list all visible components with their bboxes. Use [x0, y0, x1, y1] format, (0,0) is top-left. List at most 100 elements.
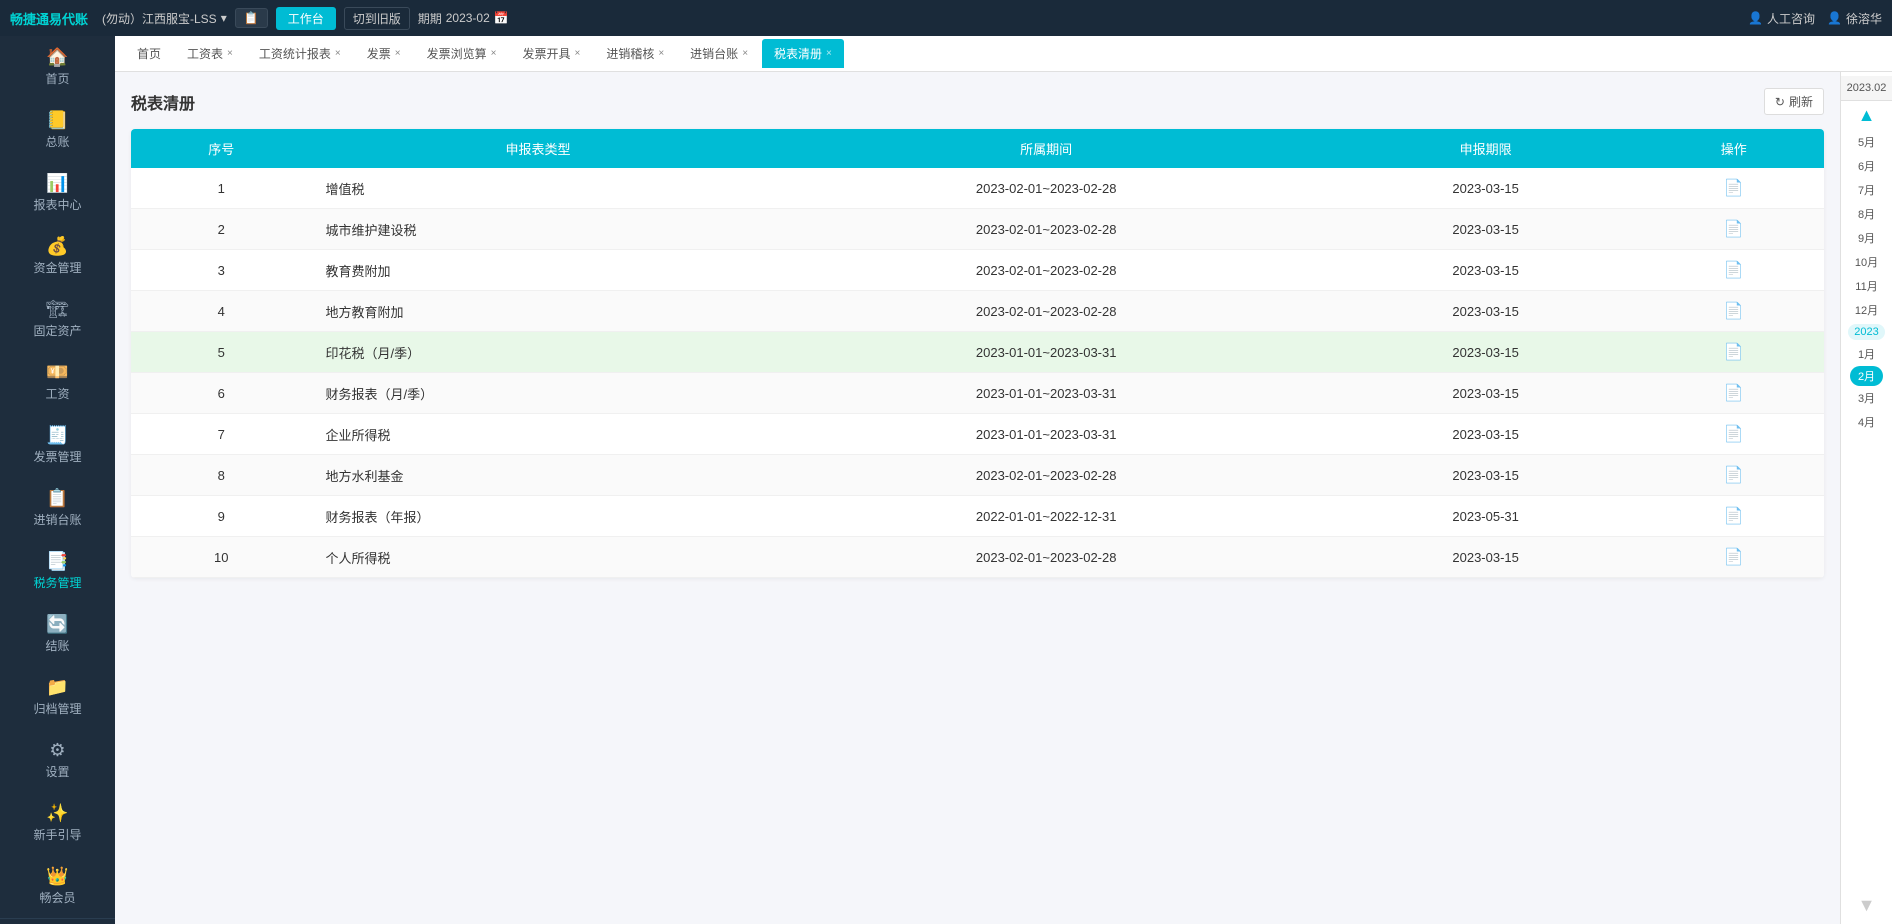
tab-salary[interactable]: 工资表 × [175, 39, 245, 68]
tab-tax-clear[interactable]: 税表清册 × [762, 39, 844, 68]
cell-action[interactable]: 📄 [1644, 414, 1825, 455]
cell-action[interactable]: 📄 [1644, 168, 1825, 209]
sidebar-item-settings[interactable]: ⚙ 设置 [0, 729, 115, 792]
tab-purchase-check-label: 进销稽核 [606, 45, 654, 62]
cell-action[interactable]: 📄 [1644, 332, 1825, 373]
action-icon[interactable]: 📄 [1724, 180, 1744, 197]
cell-action[interactable]: 📄 [1644, 496, 1825, 537]
copy-button[interactable]: 📋 [235, 8, 268, 28]
action-icon[interactable]: 📄 [1724, 303, 1744, 320]
sidebar-item-ledger[interactable]: 📒 总账 [0, 99, 115, 162]
app-logo: 畅捷通易代账 [10, 9, 88, 28]
month-8[interactable]: 8月 [1841, 202, 1892, 226]
workbench-button[interactable]: 工作台 [276, 7, 336, 30]
cell-action[interactable]: 📄 [1644, 537, 1825, 578]
tab-salary-report[interactable]: 工资统计报表 × [247, 39, 353, 68]
month-7[interactable]: 7月 [1841, 178, 1892, 202]
sidebar-item-vip[interactable]: 👑 畅会员 [0, 855, 115, 918]
action-icon[interactable]: 📄 [1724, 344, 1744, 361]
tab-purchase-ledger-label: 进销台账 [690, 45, 738, 62]
action-icon[interactable]: 📄 [1724, 549, 1744, 566]
month-9[interactable]: 9月 [1841, 226, 1892, 250]
main-content: 税表清册 ↻ 刷新 序号 申报表类型 所属期间 申报期限 操作 [115, 72, 1840, 924]
sidebar-item-fund[interactable]: 💰 资金管理 [0, 225, 115, 288]
switch-old-button[interactable]: 切到旧版 [344, 7, 410, 30]
cell-action[interactable]: 📄 [1644, 250, 1825, 291]
sidebar-item-invoice[interactable]: 🧾 发票管理 [0, 414, 115, 477]
sidebar-item-salary[interactable]: 💴 工资 [0, 351, 115, 414]
tab-invoice-open-close[interactable]: × [574, 48, 580, 59]
sidebar-label-report: 报表中心 [33, 196, 81, 213]
tab-purchase-check-close[interactable]: × [658, 48, 664, 59]
table-row: 5 印花税（月/季） 2023-01-01~2023-03-31 2023-03… [131, 332, 1824, 373]
panel-up-button[interactable]: ▲ [1854, 101, 1880, 130]
panel-down-button[interactable]: ▼ [1854, 891, 1880, 920]
main-layout: 🏠 首页 📒 总账 📊 报表中心 💰 资金管理 🏗 固定资产 💴 工资 🧾 发票… [0, 36, 1892, 924]
cell-deadline: 2023-03-15 [1328, 250, 1644, 291]
sidebar-item-tax[interactable]: 📑 税务管理 [0, 540, 115, 603]
sidebar-item-purchase[interactable]: 📋 进销台账 [0, 477, 115, 540]
action-icon[interactable]: 📄 [1724, 221, 1744, 238]
chevron-down-icon: ▾ [221, 11, 227, 25]
tab-invoice-browse[interactable]: 发票浏览算 × [415, 39, 509, 68]
table-row: 2 城市维护建设税 2023-02-01~2023-02-28 2023-03-… [131, 209, 1824, 250]
tab-salary-close[interactable]: × [227, 48, 233, 59]
sidebar-item-archive[interactable]: 📁 归档管理 [0, 666, 115, 729]
action-icon[interactable]: 📄 [1724, 262, 1744, 279]
tab-bar: 首页 工资表 × 工资统计报表 × 发票 × 发票浏览算 × 发票开具 × [115, 36, 1892, 72]
cell-period: 2023-01-01~2023-03-31 [765, 373, 1328, 414]
tab-home[interactable]: 首页 [125, 39, 173, 68]
action-icon[interactable]: 📄 [1724, 467, 1744, 484]
tab-salary-report-close[interactable]: × [335, 48, 341, 59]
sidebar-item-home[interactable]: 🏠 首页 [0, 36, 115, 99]
month-6[interactable]: 6月 [1841, 154, 1892, 178]
tab-invoice-close[interactable]: × [395, 48, 401, 59]
tax-table: 序号 申报表类型 所属期间 申报期限 操作 1 增值税 2023-02-01~2… [131, 129, 1824, 578]
tab-invoice[interactable]: 发票 × [355, 39, 413, 68]
month-4[interactable]: 4月 [1841, 410, 1892, 434]
calendar-icon[interactable]: 📅 [494, 11, 509, 25]
active-month-label[interactable]: 2月 [1850, 366, 1883, 386]
cell-type: 地方教育附加 [311, 291, 764, 332]
sidebar-label-purchase: 进销台账 [33, 511, 81, 528]
page-header: 税表清册 ↻ 刷新 [131, 88, 1824, 115]
cell-action[interactable]: 📄 [1644, 209, 1825, 250]
cancel-fixed-button[interactable]: 📌 取消固定 [0, 918, 115, 924]
month-11[interactable]: 11月 [1841, 274, 1892, 298]
tab-tax-clear-close[interactable]: × [826, 48, 832, 59]
sidebar-item-guide[interactable]: ✨ 新手引导 [0, 792, 115, 855]
period-display: 期期 2023-02 📅 [418, 10, 509, 27]
month-3[interactable]: 3月 [1841, 386, 1892, 410]
page-body: 税表清册 ↻ 刷新 序号 申报表类型 所属期间 申报期限 操作 [115, 72, 1892, 924]
month-10[interactable]: 10月 [1841, 250, 1892, 274]
active-year-label[interactable]: 2023 [1848, 324, 1884, 340]
company-selector[interactable]: (勿动）江西服宝-LSS ▾ [102, 10, 227, 27]
cell-action[interactable]: 📄 [1644, 373, 1825, 414]
cell-action[interactable]: 📄 [1644, 455, 1825, 496]
tab-purchase-ledger-close[interactable]: × [742, 48, 748, 59]
action-icon[interactable]: 📄 [1724, 385, 1744, 402]
month-12[interactable]: 12月 [1841, 298, 1892, 322]
tab-invoice-open[interactable]: 发票开具 × [510, 39, 592, 68]
action-icon[interactable]: 📄 [1724, 508, 1744, 525]
sidebar-item-fixed[interactable]: 🏗 固定资产 [0, 288, 115, 351]
right-panel-header: 2023.02 [1841, 76, 1892, 101]
month-5[interactable]: 5月 [1841, 130, 1892, 154]
user-profile[interactable]: 👤 徐溶华 [1827, 10, 1882, 27]
table-row: 1 增值税 2023-02-01~2023-02-28 2023-03-15 📄 [131, 168, 1824, 209]
right-panel: 2023.02 ▲ 5月 6月 7月 8月 9月 10月 11月 12月 202… [1840, 72, 1892, 924]
tab-purchase-check[interactable]: 进销稽核 × [594, 39, 676, 68]
user-service[interactable]: 👤 人工咨询 [1748, 10, 1815, 27]
action-icon[interactable]: 📄 [1724, 426, 1744, 443]
sidebar-item-report[interactable]: 📊 报表中心 [0, 162, 115, 225]
sidebar-item-settle[interactable]: 🔄 结账 [0, 603, 115, 666]
tab-invoice-browse-close[interactable]: × [491, 48, 497, 59]
cell-action[interactable]: 📄 [1644, 291, 1825, 332]
cell-no: 4 [131, 291, 311, 332]
cell-deadline: 2023-03-15 [1328, 291, 1644, 332]
month-1[interactable]: 1月 [1841, 342, 1892, 366]
tab-purchase-ledger[interactable]: 进销台账 × [678, 39, 760, 68]
refresh-button[interactable]: ↻ 刷新 [1764, 88, 1824, 115]
refresh-label: 刷新 [1789, 93, 1813, 110]
salary-icon: 💴 [46, 363, 68, 381]
